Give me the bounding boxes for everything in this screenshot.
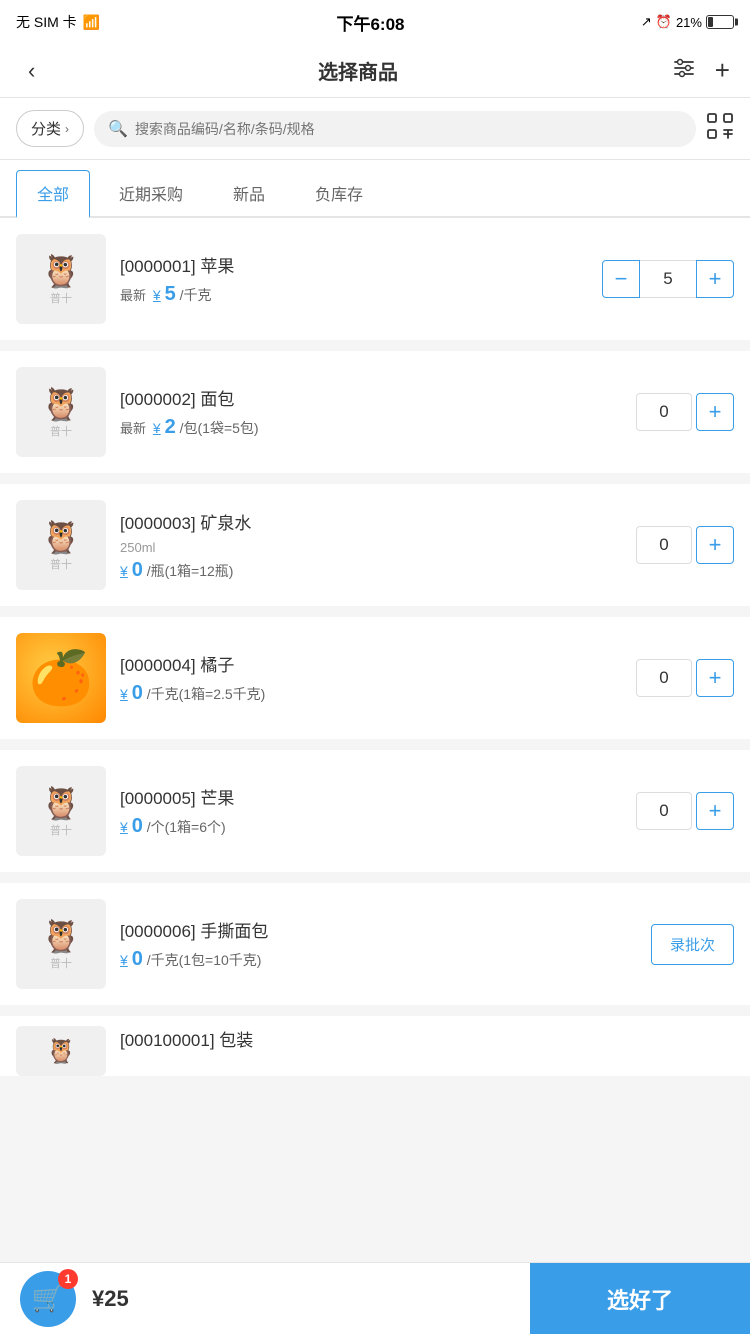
status-time: 下午6:08	[336, 10, 404, 35]
placeholder-owl-icon: 🦉	[41, 385, 81, 423]
product-name: [0000005] 芒果	[120, 784, 622, 809]
product-name: [000100001] 包装	[120, 1026, 734, 1051]
tab-new[interactable]: 新品	[212, 170, 286, 216]
scan-icon[interactable]	[706, 112, 734, 146]
filter-bar: 分类 › 🔍	[0, 98, 750, 160]
product-thumbnail: 🦉 普十	[16, 766, 106, 856]
list-item: 🦉 普十 [0000002] 面包 最新 ¥ 2 /包(1袋=5包) +	[0, 351, 750, 473]
tab-bar: 全部 近期采购 新品 负库存	[0, 160, 750, 218]
quantity-input[interactable]	[636, 792, 692, 830]
quantity-input[interactable]	[636, 526, 692, 564]
product-name: [0000006] 手撕面包	[120, 917, 637, 942]
quantity-control: +	[636, 526, 734, 564]
product-price: ¥ 0 /千克(1箱=2.5千克)	[120, 682, 622, 705]
product-thumbnail	[16, 633, 106, 723]
status-right: ↗ ⏰ 21%	[641, 14, 734, 30]
quantity-control: +	[636, 393, 734, 431]
status-carrier: 无 SIM 卡 📶	[16, 12, 100, 32]
product-price: ¥ 0 /瓶(1箱=12瓶)	[120, 559, 622, 582]
nav-actions: +	[673, 55, 730, 86]
cart-icon: 🛒	[32, 1283, 64, 1314]
product-price: 最新 ¥ 5 /千克	[120, 283, 588, 306]
search-icon: 🔍	[108, 119, 128, 139]
decrease-button[interactable]: −	[602, 260, 640, 298]
tab-all[interactable]: 全部	[16, 170, 90, 218]
product-price: 最新 ¥ 2 /包(1袋=5包)	[120, 416, 622, 439]
quantity-control: +	[636, 792, 734, 830]
orange-image	[16, 633, 106, 723]
page-title: 选择商品	[318, 56, 398, 85]
quantity-input[interactable]	[636, 393, 692, 431]
placeholder-owl-icon: 🦉	[41, 917, 81, 955]
quantity-control: − +	[602, 260, 734, 298]
location-icon: ↗	[641, 14, 652, 30]
category-button[interactable]: 分类 ›	[16, 110, 84, 147]
nav-bar: ‹ 选择商品 +	[0, 44, 750, 98]
back-button[interactable]: ‹	[20, 50, 43, 92]
placeholder-owl-icon: 🦉	[41, 252, 81, 290]
list-item: 🦉 普十 [0000001] 苹果 最新 ¥ 5 /千克 − +	[0, 218, 750, 340]
search-box: 🔍	[94, 111, 696, 147]
increase-button[interactable]: +	[696, 659, 734, 697]
product-thumbnail: 🦉 普十	[16, 234, 106, 324]
batch-button[interactable]: 录批次	[651, 924, 734, 965]
increase-button[interactable]: +	[696, 393, 734, 431]
battery-icon	[706, 15, 734, 29]
cart-total: ¥25	[92, 1286, 530, 1312]
product-name: [0000003] 矿泉水	[120, 509, 622, 534]
wifi-icon: 📶	[83, 14, 100, 31]
cart-badge: 1	[58, 1269, 78, 1289]
list-item: 🦉 [000100001] 包装	[0, 1016, 750, 1076]
list-item: 🦉 普十 [0000006] 手撕面包 ¥ 0 /千克(1包=10千克) 录批次	[0, 883, 750, 1005]
tab-recent[interactable]: 近期采购	[98, 170, 204, 216]
alarm-icon: ⏰	[656, 14, 672, 30]
product-list: 🦉 普十 [0000001] 苹果 最新 ¥ 5 /千克 − +	[0, 218, 750, 1167]
chevron-right-icon: ›	[65, 122, 69, 136]
product-thumbnail: 🦉	[16, 1026, 106, 1076]
filter-icon[interactable]	[673, 57, 695, 85]
product-thumbnail: 🦉 普十	[16, 367, 106, 457]
product-thumbnail: 🦉 普十	[16, 500, 106, 590]
product-price: ¥ 0 /千克(1包=10千克)	[120, 948, 637, 971]
product-name: [0000002] 面包	[120, 385, 622, 410]
product-spec: 250ml	[120, 540, 622, 555]
tab-negative[interactable]: 负库存	[294, 170, 384, 216]
list-item: 🦉 普十 [0000005] 芒果 ¥ 0 /个(1箱=6个) +	[0, 750, 750, 872]
quantity-control: +	[636, 659, 734, 697]
status-bar: 无 SIM 卡 📶 下午6:08 ↗ ⏰ 21%	[0, 0, 750, 44]
increase-button[interactable]: +	[696, 526, 734, 564]
quantity-input[interactable]	[640, 260, 696, 298]
cart-button[interactable]: 🛒 1	[20, 1271, 76, 1327]
add-button[interactable]: +	[715, 55, 730, 86]
list-item: [0000004] 橘子 ¥ 0 /千克(1箱=2.5千克) +	[0, 617, 750, 739]
quantity-control: 录批次	[651, 924, 734, 965]
placeholder-owl-icon: 🦉	[41, 784, 81, 822]
placeholder-owl-icon: 🦉	[46, 1037, 76, 1066]
bottom-bar: 🛒 1 ¥25 选好了	[0, 1262, 750, 1334]
product-name: [0000001] 苹果	[120, 252, 588, 277]
quantity-input[interactable]	[636, 659, 692, 697]
product-price: ¥ 0 /个(1箱=6个)	[120, 815, 622, 838]
increase-button[interactable]: +	[696, 792, 734, 830]
product-thumbnail: 🦉 普十	[16, 899, 106, 989]
search-input[interactable]	[135, 121, 682, 137]
product-name: [0000004] 橘子	[120, 651, 622, 676]
battery-percent: 21%	[676, 15, 702, 30]
confirm-button[interactable]: 选好了	[530, 1263, 750, 1334]
increase-button[interactable]: +	[696, 260, 734, 298]
list-item: 🦉 普十 [0000003] 矿泉水 250ml ¥ 0 /瓶(1箱=12瓶) …	[0, 484, 750, 606]
placeholder-owl-icon: 🦉	[41, 518, 81, 556]
